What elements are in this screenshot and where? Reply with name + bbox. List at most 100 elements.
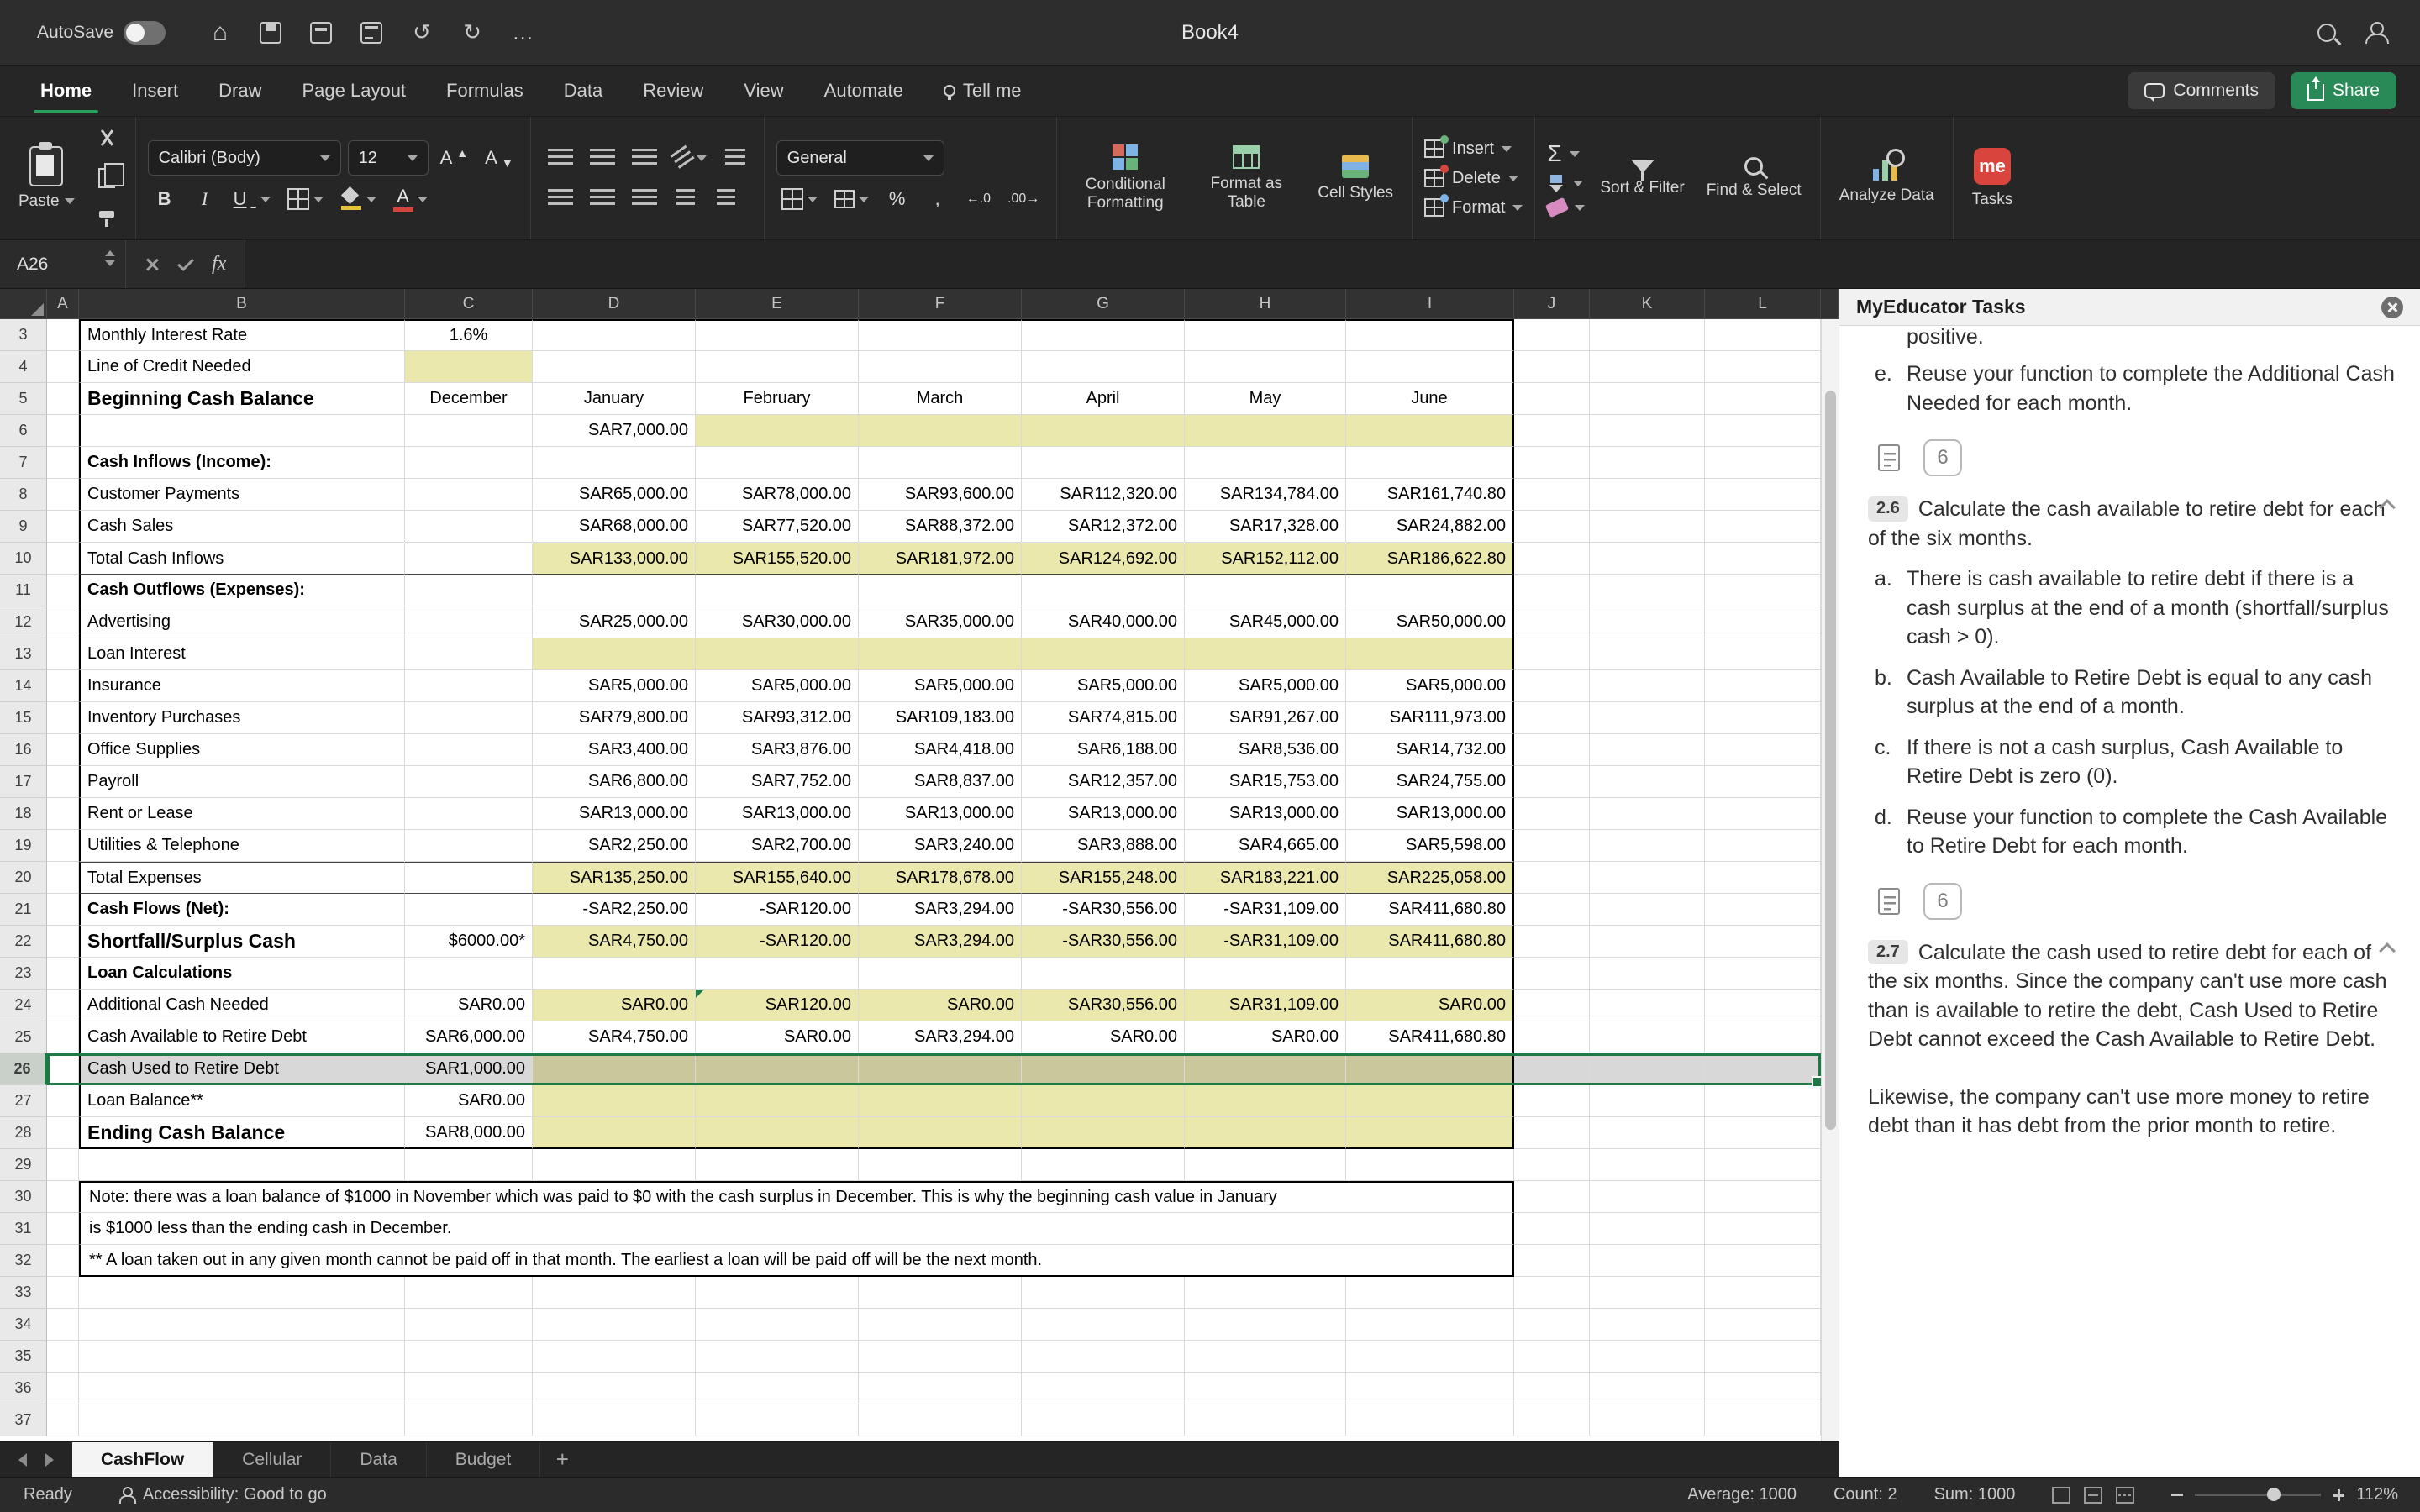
- cell-F6[interactable]: [859, 415, 1022, 447]
- cell-K31[interactable]: [1590, 1213, 1705, 1245]
- cell-E5[interactable]: February: [696, 383, 859, 415]
- cell-A19[interactable]: [47, 830, 79, 862]
- row-header-24[interactable]: 24: [0, 990, 47, 1021]
- cell-A28[interactable]: [47, 1117, 79, 1149]
- cell-B24[interactable]: Additional Cash Needed: [79, 990, 405, 1021]
- cell-J22[interactable]: [1514, 926, 1590, 958]
- cell-F17[interactable]: SAR8,837.00: [859, 766, 1022, 798]
- borders-button[interactable]: [282, 182, 329, 216]
- cell-J29[interactable]: [1514, 1149, 1590, 1181]
- cell-I26[interactable]: [1346, 1053, 1514, 1085]
- cell-J11[interactable]: [1514, 575, 1590, 606]
- row-header-14[interactable]: 14: [0, 670, 47, 702]
- cell-I7[interactable]: [1346, 447, 1514, 479]
- cell-I23[interactable]: [1346, 958, 1514, 990]
- print-icon[interactable]: [307, 18, 335, 47]
- cell-H21[interactable]: -SAR31,109.00: [1185, 894, 1346, 926]
- row-header-28[interactable]: 28: [0, 1117, 47, 1149]
- cell-H22[interactable]: -SAR31,109.00: [1185, 926, 1346, 958]
- cell-A16[interactable]: [47, 734, 79, 766]
- cell-F8[interactable]: SAR93,600.00: [859, 479, 1022, 511]
- cell-B17[interactable]: Payroll: [79, 766, 405, 798]
- cell-E6[interactable]: [696, 415, 859, 447]
- cell-C16[interactable]: [405, 734, 533, 766]
- cell-I28[interactable]: [1346, 1117, 1514, 1149]
- cell-H24[interactable]: SAR31,109.00: [1185, 990, 1346, 1021]
- cell-L27[interactable]: [1705, 1085, 1821, 1117]
- cell-A34[interactable]: [47, 1309, 79, 1341]
- cell-C15[interactable]: [405, 702, 533, 734]
- number-format-select[interactable]: General: [776, 140, 944, 176]
- cell-G12[interactable]: SAR40,000.00: [1022, 606, 1185, 638]
- row-header-15[interactable]: 15: [0, 702, 47, 734]
- cell-C8[interactable]: [405, 479, 533, 511]
- cell-E3[interactable]: [696, 319, 859, 351]
- cell-J7[interactable]: [1514, 447, 1590, 479]
- cell-H18[interactable]: SAR13,000.00: [1185, 798, 1346, 830]
- cell-D8[interactable]: SAR65,000.00: [533, 479, 696, 511]
- row-header-35[interactable]: 35: [0, 1341, 47, 1373]
- vertical-scrollbar[interactable]: [1821, 319, 1839, 1441]
- cell-H23[interactable]: [1185, 958, 1346, 990]
- cell-L20[interactable]: [1705, 862, 1821, 894]
- cell-F36[interactable]: [859, 1373, 1022, 1404]
- cell-F35[interactable]: [859, 1341, 1022, 1373]
- cell-E9[interactable]: SAR77,520.00: [696, 511, 859, 543]
- cell-G19[interactable]: SAR3,888.00: [1022, 830, 1185, 862]
- cell-A30[interactable]: [47, 1181, 79, 1213]
- cell-J19[interactable]: [1514, 830, 1590, 862]
- comments-button[interactable]: Comments: [2128, 72, 2275, 109]
- increase-indent-button[interactable]: [709, 181, 743, 215]
- cell-K14[interactable]: [1590, 670, 1705, 702]
- cell-B9[interactable]: Cash Sales: [79, 511, 405, 543]
- row-header-27[interactable]: 27: [0, 1085, 47, 1117]
- cell-B37[interactable]: [79, 1404, 405, 1436]
- cell-J24[interactable]: [1514, 990, 1590, 1021]
- cell-D14[interactable]: SAR5,000.00: [533, 670, 696, 702]
- cell-E16[interactable]: SAR3,876.00: [696, 734, 859, 766]
- cell-I12[interactable]: SAR50,000.00: [1346, 606, 1514, 638]
- cell-F23[interactable]: [859, 958, 1022, 990]
- cell-E27[interactable]: [696, 1085, 859, 1117]
- cell-D5[interactable]: January: [533, 383, 696, 415]
- cell-A5[interactable]: [47, 383, 79, 415]
- cell-G35[interactable]: [1022, 1341, 1185, 1373]
- column-header-J[interactable]: J: [1514, 289, 1590, 319]
- cell-L8[interactable]: [1705, 479, 1821, 511]
- cell-G3[interactable]: [1022, 319, 1185, 351]
- cell-G34[interactable]: [1022, 1309, 1185, 1341]
- autosum-button[interactable]: Σ: [1547, 142, 1585, 165]
- cell-A4[interactable]: [47, 351, 79, 383]
- cell-F9[interactable]: SAR88,372.00: [859, 511, 1022, 543]
- cell-L35[interactable]: [1705, 1341, 1821, 1373]
- cell-E18[interactable]: SAR13,000.00: [696, 798, 859, 830]
- cell-K29[interactable]: [1590, 1149, 1705, 1181]
- cell-L3[interactable]: [1705, 319, 1821, 351]
- row-header-21[interactable]: 21: [0, 894, 47, 926]
- cell-K34[interactable]: [1590, 1309, 1705, 1341]
- cell-J4[interactable]: [1514, 351, 1590, 383]
- cell-H4[interactable]: [1185, 351, 1346, 383]
- cell-F24[interactable]: SAR0.00: [859, 990, 1022, 1021]
- cell-D37[interactable]: [533, 1404, 696, 1436]
- cell-H9[interactable]: SAR17,328.00: [1185, 511, 1346, 543]
- cell-A9[interactable]: [47, 511, 79, 543]
- cell-D24[interactable]: SAR0.00: [533, 990, 696, 1021]
- cell-I3[interactable]: [1346, 319, 1514, 351]
- cell-C28[interactable]: SAR8,000.00: [405, 1117, 533, 1149]
- tab-formulas[interactable]: Formulas: [426, 66, 544, 116]
- cell-B23[interactable]: Loan Calculations: [79, 958, 405, 990]
- cell-J16[interactable]: [1514, 734, 1590, 766]
- cell-C25[interactable]: SAR6,000.00: [405, 1021, 533, 1053]
- cell-F27[interactable]: [859, 1085, 1022, 1117]
- add-sheet-button[interactable]: +: [540, 1442, 584, 1477]
- cell-E8[interactable]: SAR78,000.00: [696, 479, 859, 511]
- cell-K4[interactable]: [1590, 351, 1705, 383]
- cell-J6[interactable]: [1514, 415, 1590, 447]
- cell-F29[interactable]: [859, 1149, 1022, 1181]
- cell-F21[interactable]: SAR3,294.00: [859, 894, 1022, 926]
- insert-function-icon[interactable]: fx: [212, 253, 226, 276]
- scrollbar-thumb[interactable]: [1825, 391, 1836, 1130]
- tab-view[interactable]: View: [723, 66, 803, 116]
- column-header-E[interactable]: E: [696, 289, 859, 319]
